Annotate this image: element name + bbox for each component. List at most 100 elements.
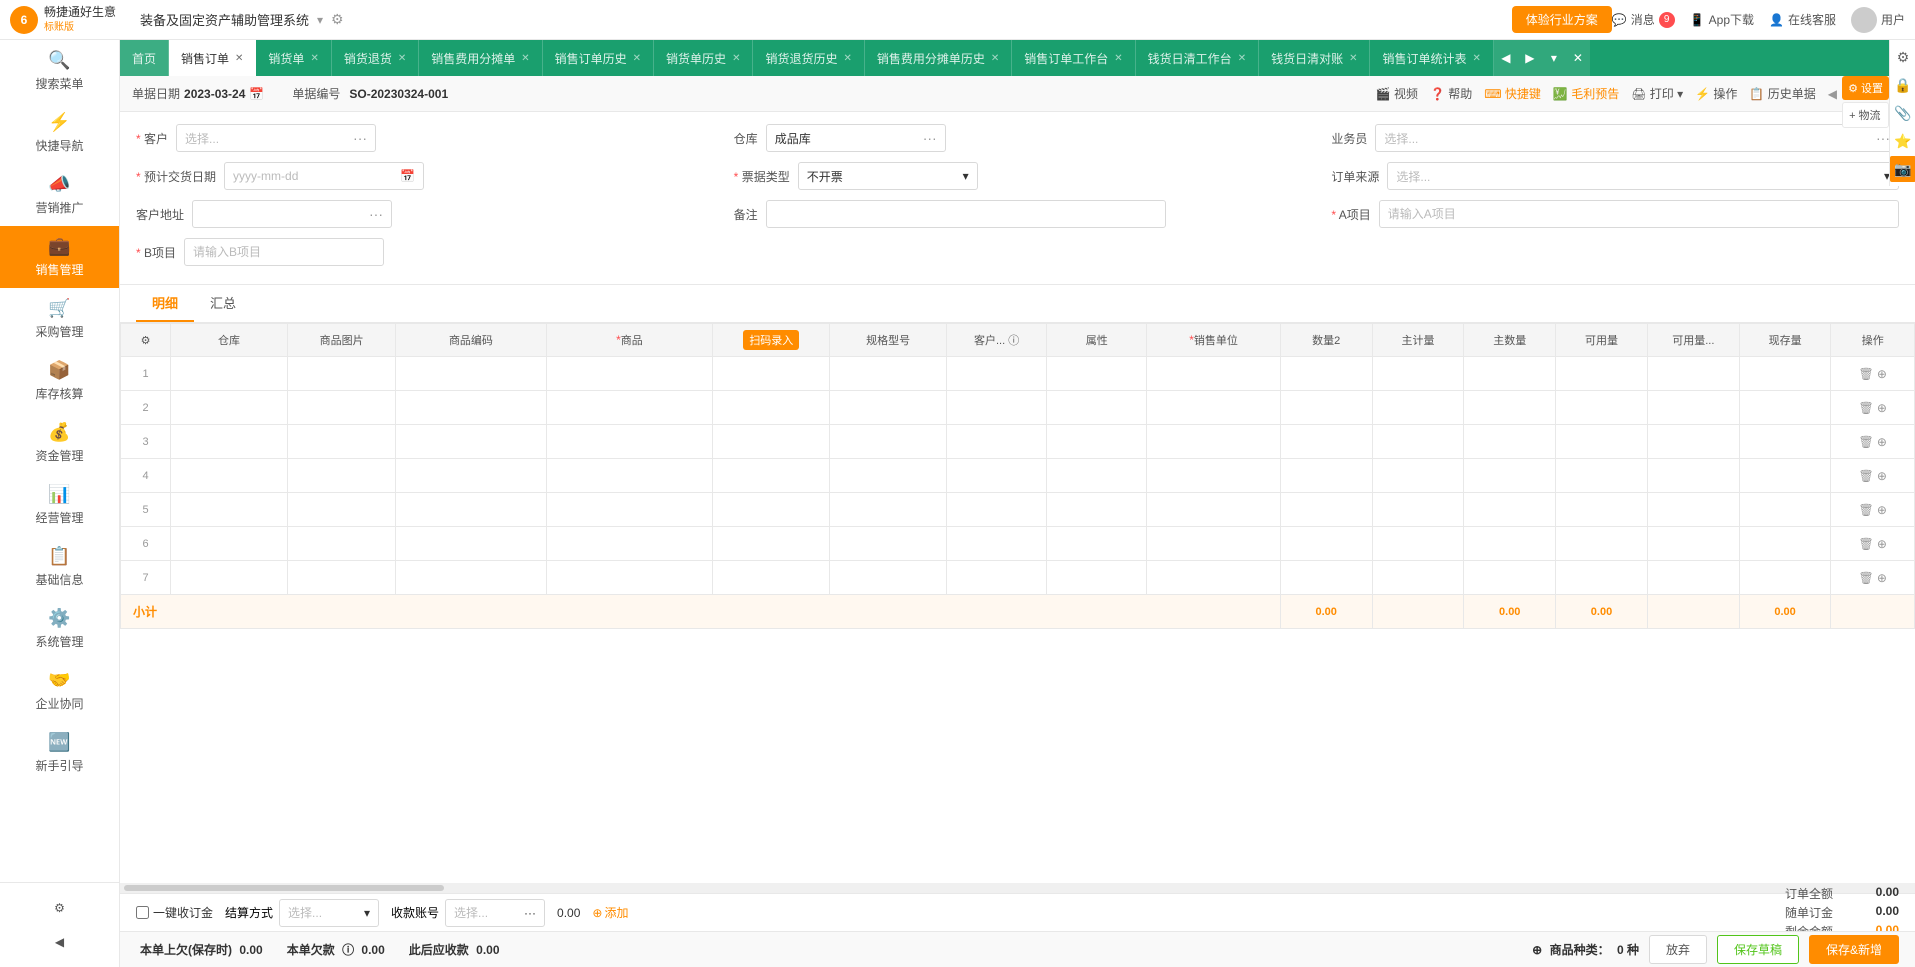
- tab-sales-expense[interactable]: 销售费用分摊单 ✕: [419, 40, 542, 76]
- tab-expense-history[interactable]: 销售费用分摊单历史 ✕: [865, 40, 1012, 76]
- sidebar-item-baseinfo[interactable]: 📋 基础信息: [0, 536, 119, 598]
- save-new-button[interactable]: 保存&新增: [1809, 935, 1899, 964]
- tab-prev-btn[interactable]: ◀: [1494, 40, 1518, 76]
- row-delete-icon[interactable]: 🗑: [1859, 367, 1874, 381]
- tab-reconcile[interactable]: 钱货日清对账 ✕: [1259, 40, 1370, 76]
- sidebar-item-inventory[interactable]: 📦 库存核算: [0, 350, 119, 412]
- help-btn[interactable]: ❓ 帮助: [1430, 85, 1472, 102]
- tab-next-btn[interactable]: ▶: [1518, 40, 1542, 76]
- account-select[interactable]: 选择... ···: [445, 899, 545, 927]
- customer-input[interactable]: 选择... ···: [176, 124, 376, 152]
- shortcut-btn[interactable]: ⌨ 快捷键: [1484, 85, 1541, 102]
- sidebar-item-operations[interactable]: 📊 经营管理: [0, 474, 119, 536]
- industry-plan-button[interactable]: 体验行业方案: [1512, 6, 1612, 33]
- tab-close-icon[interactable]: ✕: [991, 53, 999, 64]
- sidebar-item-collapse[interactable]: ◀: [0, 925, 119, 959]
- tab-daily-workbench[interactable]: 钱货日清工作台 ✕: [1136, 40, 1259, 76]
- tab-sales-bill-history[interactable]: 销货单历史 ✕: [654, 40, 753, 76]
- row-delete-icon[interactable]: 🗑: [1859, 401, 1874, 415]
- sidebar-item-quicknav[interactable]: ⚡ 快捷导航: [0, 102, 119, 164]
- settle-method-select[interactable]: 选择... ▾: [279, 899, 379, 927]
- tab-detail[interactable]: 明细: [136, 285, 194, 322]
- staff-input[interactable]: 选择... ···: [1375, 124, 1899, 152]
- sidebar-item-config[interactable]: ⚙: [0, 891, 119, 925]
- rq-lock-btn[interactable]: 🔒: [1890, 72, 1915, 98]
- sidebar-item-sales[interactable]: 💼 销售管理: [0, 226, 119, 288]
- tab-sales-order[interactable]: 销售订单 ✕: [169, 40, 256, 76]
- tab-close-icon[interactable]: ✕: [633, 53, 641, 64]
- sidebar-item-enterprise[interactable]: 🤝 企业协同: [0, 660, 119, 722]
- rq-star-btn[interactable]: ⭐: [1890, 128, 1915, 154]
- tab-close-icon[interactable]: ✕: [1349, 53, 1357, 64]
- calendar-icon[interactable]: 📅: [249, 87, 264, 101]
- row-delete-icon[interactable]: 🗑: [1859, 537, 1874, 551]
- delivery-input[interactable]: yyyy-mm-dd 📅: [224, 162, 424, 190]
- warehouse-input[interactable]: 成品库 ···: [766, 124, 946, 152]
- settings-quick-btn[interactable]: ⚙ 设置: [1842, 76, 1889, 100]
- tab-close-icon[interactable]: ✕: [235, 53, 243, 64]
- tab-close-icon[interactable]: ✕: [843, 53, 851, 64]
- row-delete-icon[interactable]: 🗑: [1859, 469, 1874, 483]
- tab-close-icon[interactable]: ✕: [1473, 53, 1481, 64]
- tab-statistics[interactable]: 销售订单统计表 ✕: [1370, 40, 1493, 76]
- row-delete-icon[interactable]: 🗑: [1859, 503, 1874, 517]
- add-item-quick-btn[interactable]: + 物流: [1842, 102, 1889, 128]
- online-service-button[interactable]: 👤 在线客服: [1769, 11, 1836, 28]
- tab-home[interactable]: 首页: [120, 40, 169, 76]
- quick-settle-checkbox[interactable]: [136, 906, 149, 919]
- sidebar-item-finance[interactable]: 💰 资金管理: [0, 412, 119, 474]
- tab-sales-order-history[interactable]: 销售订单历史 ✕: [543, 40, 654, 76]
- tab-close-icon[interactable]: ✕: [1238, 53, 1246, 64]
- a-project-input[interactable]: [1379, 200, 1899, 228]
- tab-sales-bill[interactable]: 销货单 ✕: [256, 40, 331, 76]
- add-button[interactable]: ⊕ 添加: [592, 904, 628, 921]
- remark-input[interactable]: [766, 200, 1166, 228]
- sidebar-item-search[interactable]: 🔍 搜索菜单: [0, 40, 119, 102]
- rq-config-btn[interactable]: ⚙: [1890, 44, 1915, 70]
- row-copy-icon[interactable]: ⊕: [1877, 469, 1887, 483]
- cal-icon[interactable]: 📅: [400, 169, 415, 183]
- tab-close-icon[interactable]: ✕: [1114, 53, 1122, 64]
- scan-input-btn[interactable]: 扫码录入: [743, 330, 799, 350]
- save-draft-button[interactable]: 保存草稿: [1717, 935, 1799, 964]
- tab-close-icon[interactable]: ✕: [398, 53, 406, 64]
- profit-preview-btn[interactable]: 💹 毛利预告: [1553, 85, 1619, 102]
- sidebar-item-marketing[interactable]: 📣 营销推广: [0, 164, 119, 226]
- row-copy-icon[interactable]: ⊕: [1877, 435, 1887, 449]
- row-copy-icon[interactable]: ⊕: [1877, 503, 1887, 517]
- rq-attach-btn[interactable]: 📎: [1890, 100, 1915, 126]
- order-source-input[interactable]: 选择... ▾: [1387, 162, 1899, 190]
- message-button[interactable]: 💬 消息 9: [1612, 11, 1675, 28]
- row-copy-icon[interactable]: ⊕: [1877, 367, 1887, 381]
- tab-menu-btn[interactable]: ▾: [1542, 40, 1566, 76]
- tab-close-icon[interactable]: ✕: [732, 53, 740, 64]
- scroll-thumb[interactable]: [124, 885, 444, 891]
- invoice-select[interactable]: 不开票 ▾: [798, 162, 978, 190]
- tab-summary[interactable]: 汇总: [194, 285, 252, 322]
- quick-settle-label[interactable]: 一键收订金: [136, 904, 213, 921]
- b-project-input[interactable]: [184, 238, 384, 266]
- discard-button[interactable]: 放弃: [1649, 935, 1707, 964]
- tab-return-history[interactable]: 销货退货历史 ✕: [753, 40, 864, 76]
- address-input[interactable]: ···: [192, 200, 392, 228]
- row-delete-icon[interactable]: 🗑: [1859, 571, 1874, 585]
- user-area[interactable]: 用户: [1851, 7, 1905, 33]
- sidebar-item-system[interactable]: ⚙️ 系统管理: [0, 598, 119, 660]
- row-copy-icon[interactable]: ⊕: [1877, 401, 1887, 415]
- row-delete-icon[interactable]: 🗑: [1859, 435, 1874, 449]
- rq-camera-btn[interactable]: 📷: [1890, 156, 1915, 182]
- dropdown-arrow-icon[interactable]: ▾: [317, 13, 323, 27]
- print-btn[interactable]: 🖨 打印 ▾: [1631, 85, 1683, 102]
- history-btn[interactable]: 📋 历史单据: [1749, 85, 1815, 102]
- row-copy-icon[interactable]: ⊕: [1877, 537, 1887, 551]
- sidebar-item-newbie[interactable]: 🆕 新手引导: [0, 722, 119, 784]
- app-download-button[interactable]: 📱 App下载: [1690, 11, 1754, 28]
- tab-sales-return[interactable]: 销货退货 ✕: [332, 40, 419, 76]
- tab-close-all-btn[interactable]: ✕: [1566, 40, 1590, 76]
- row-copy-icon[interactable]: ⊕: [1877, 571, 1887, 585]
- operate-btn[interactable]: ⚡ 操作: [1695, 85, 1737, 102]
- tab-close-icon[interactable]: ✕: [310, 53, 318, 64]
- video-btn[interactable]: 🎬 视频: [1376, 85, 1418, 102]
- tab-close-icon[interactable]: ✕: [521, 53, 529, 64]
- tab-workbench[interactable]: 销售订单工作台 ✕: [1012, 40, 1135, 76]
